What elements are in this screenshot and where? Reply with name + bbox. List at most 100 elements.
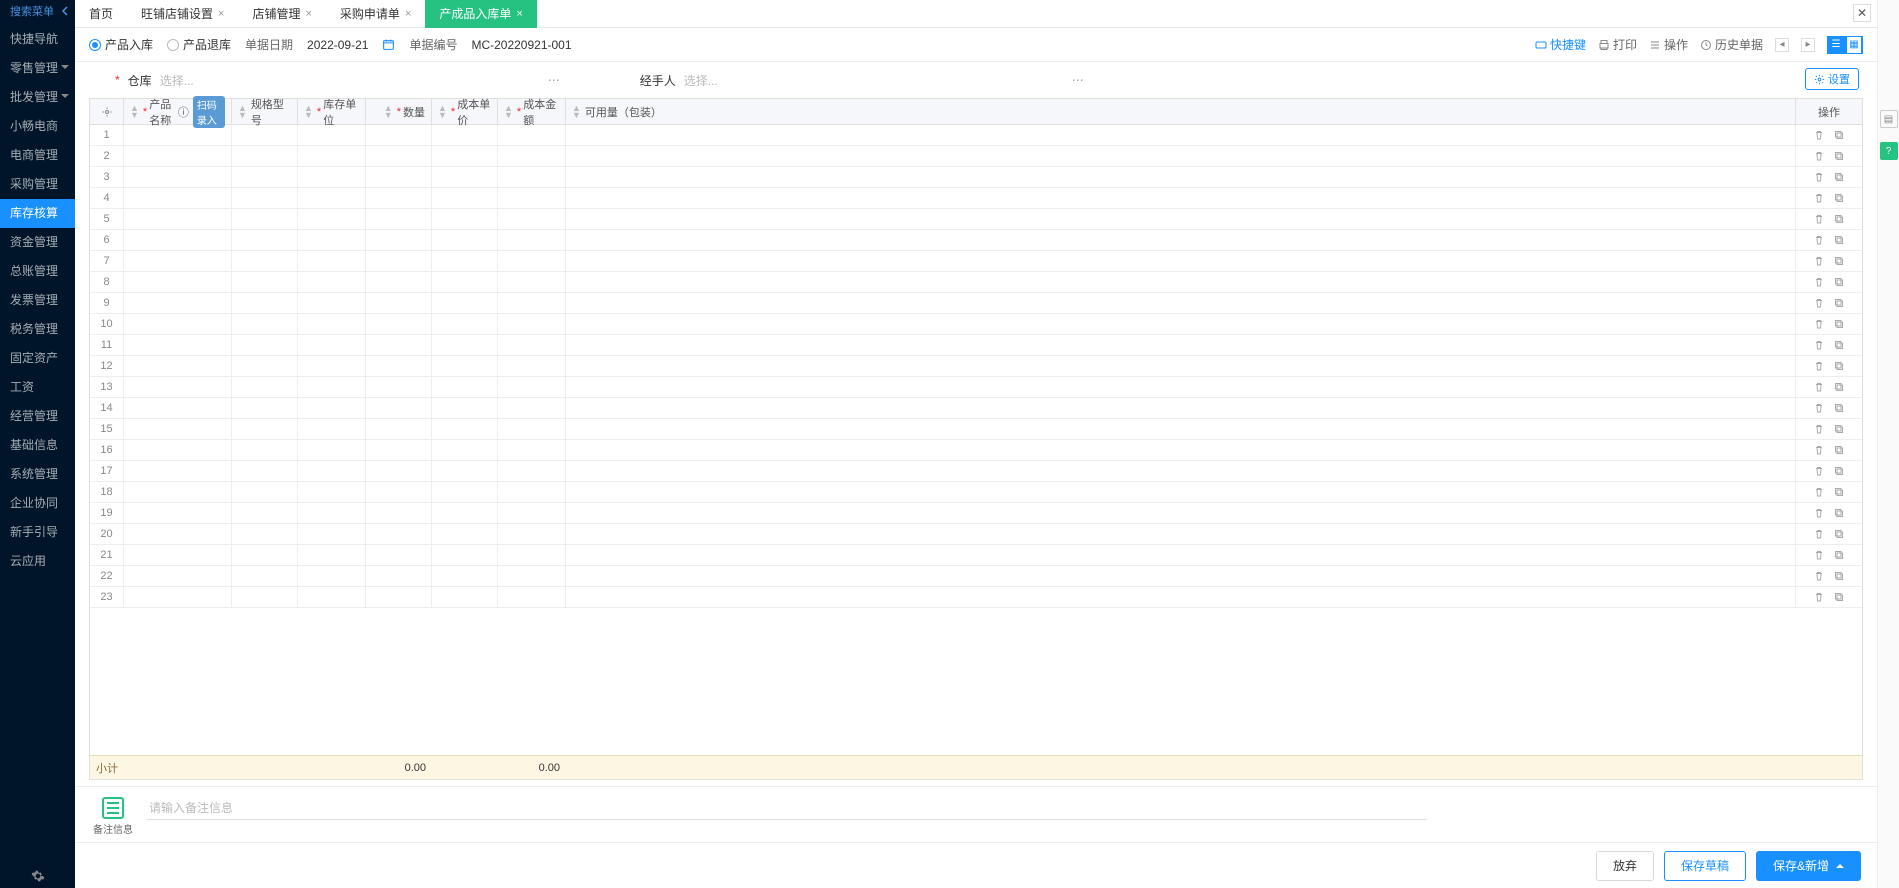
warehouse-more[interactable]: ⋯ [548, 73, 560, 87]
delete-row-icon[interactable] [1813, 444, 1825, 456]
cell-spec[interactable] [232, 482, 298, 502]
delete-row-icon[interactable] [1813, 192, 1825, 204]
sidebar-item-8[interactable]: 总账管理 [0, 257, 75, 286]
save-and-new-button[interactable]: 保存&新增 [1756, 851, 1861, 881]
cell-avail[interactable] [566, 461, 1796, 481]
cell-price[interactable] [432, 545, 498, 565]
delete-row-icon[interactable] [1813, 402, 1825, 414]
sidebar-settings[interactable] [0, 863, 75, 888]
delete-row-icon[interactable] [1813, 339, 1825, 351]
cell-qty[interactable] [366, 125, 432, 145]
copy-row-icon[interactable] [1833, 528, 1845, 540]
sidebar-item-18[interactable]: 云应用 [0, 547, 75, 576]
cell-price[interactable] [432, 587, 498, 607]
copy-row-icon[interactable] [1833, 570, 1845, 582]
cell-amt[interactable] [498, 335, 566, 355]
cell-avail[interactable] [566, 335, 1796, 355]
table-row[interactable]: 18 [90, 482, 1862, 503]
sidebar-item-2[interactable]: 批发管理 [0, 83, 75, 112]
copy-row-icon[interactable] [1833, 486, 1845, 498]
table-row[interactable]: 13 [90, 377, 1862, 398]
cell-unit[interactable] [298, 545, 366, 565]
cell-name[interactable] [124, 566, 232, 586]
cell-qty[interactable] [366, 461, 432, 481]
close-icon[interactable]: × [305, 0, 311, 28]
cell-name[interactable] [124, 188, 232, 208]
copy-row-icon[interactable] [1833, 465, 1845, 477]
cell-name[interactable] [124, 482, 232, 502]
cell-unit[interactable] [298, 524, 366, 544]
table-row[interactable]: 10 [90, 314, 1862, 335]
grid-settings-button[interactable]: 设置 [1805, 68, 1859, 90]
tab-1[interactable]: 旺铺店铺设置× [127, 0, 238, 28]
cell-spec[interactable] [232, 125, 298, 145]
table-row[interactable]: 1 [90, 125, 1862, 146]
cell-avail[interactable] [566, 377, 1796, 397]
cell-amt[interactable] [498, 524, 566, 544]
delete-row-icon[interactable] [1813, 570, 1825, 582]
table-row[interactable]: 5 [90, 209, 1862, 230]
copy-row-icon[interactable] [1833, 402, 1845, 414]
cell-price[interactable] [432, 230, 498, 250]
table-row[interactable]: 14 [90, 398, 1862, 419]
cell-amt[interactable] [498, 209, 566, 229]
cell-amt[interactable] [498, 146, 566, 166]
cell-unit[interactable] [298, 146, 366, 166]
cell-price[interactable] [432, 125, 498, 145]
cell-price[interactable] [432, 440, 498, 460]
sidebar-item-11[interactable]: 固定资产 [0, 344, 75, 373]
handler-select[interactable]: 选择... [684, 72, 944, 89]
table-row[interactable]: 7 [90, 251, 1862, 272]
table-row[interactable]: 8 [90, 272, 1862, 293]
cell-avail[interactable] [566, 188, 1796, 208]
col-price[interactable]: ▲▼*成本单价 [432, 99, 498, 124]
cell-spec[interactable] [232, 272, 298, 292]
table-row[interactable]: 17 [90, 461, 1862, 482]
delete-row-icon[interactable] [1813, 360, 1825, 372]
cell-qty[interactable] [366, 398, 432, 418]
cell-qty[interactable] [366, 167, 432, 187]
cell-spec[interactable] [232, 209, 298, 229]
cell-avail[interactable] [566, 503, 1796, 523]
cell-spec[interactable] [232, 545, 298, 565]
delete-row-icon[interactable] [1813, 549, 1825, 561]
sidebar-item-16[interactable]: 企业协同 [0, 489, 75, 518]
remarks-input[interactable] [147, 797, 1427, 820]
cell-name[interactable] [124, 230, 232, 250]
cell-spec[interactable] [232, 314, 298, 334]
cell-unit[interactable] [298, 293, 366, 313]
delete-row-icon[interactable] [1813, 381, 1825, 393]
cell-qty[interactable] [366, 251, 432, 271]
table-row[interactable]: 2 [90, 146, 1862, 167]
copy-row-icon[interactable] [1833, 297, 1845, 309]
cell-qty[interactable] [366, 146, 432, 166]
cell-qty[interactable] [366, 566, 432, 586]
collapse-icon[interactable] [61, 6, 71, 16]
delete-row-icon[interactable] [1813, 255, 1825, 267]
table-row[interactable]: 6 [90, 230, 1862, 251]
cell-spec[interactable] [232, 398, 298, 418]
copy-row-icon[interactable] [1833, 591, 1845, 603]
cell-price[interactable] [432, 356, 498, 376]
table-row[interactable]: 12 [90, 356, 1862, 377]
cell-spec[interactable] [232, 335, 298, 355]
cell-qty[interactable] [366, 335, 432, 355]
cell-amt[interactable] [498, 566, 566, 586]
copy-row-icon[interactable] [1833, 549, 1845, 561]
doc-date-value[interactable]: 2022-09-21 [307, 38, 368, 52]
cell-price[interactable] [432, 335, 498, 355]
copy-row-icon[interactable] [1833, 171, 1845, 183]
cell-qty[interactable] [366, 188, 432, 208]
cell-avail[interactable] [566, 524, 1796, 544]
cell-spec[interactable] [232, 167, 298, 187]
cell-avail[interactable] [566, 272, 1796, 292]
cell-price[interactable] [432, 209, 498, 229]
cell-spec[interactable] [232, 356, 298, 376]
copy-row-icon[interactable] [1833, 423, 1845, 435]
delete-row-icon[interactable] [1813, 276, 1825, 288]
cell-price[interactable] [432, 251, 498, 271]
cell-avail[interactable] [566, 440, 1796, 460]
col-avail[interactable]: ▲▼可用量（包装） [566, 99, 1796, 124]
table-row[interactable]: 11 [90, 335, 1862, 356]
cell-qty[interactable] [366, 503, 432, 523]
